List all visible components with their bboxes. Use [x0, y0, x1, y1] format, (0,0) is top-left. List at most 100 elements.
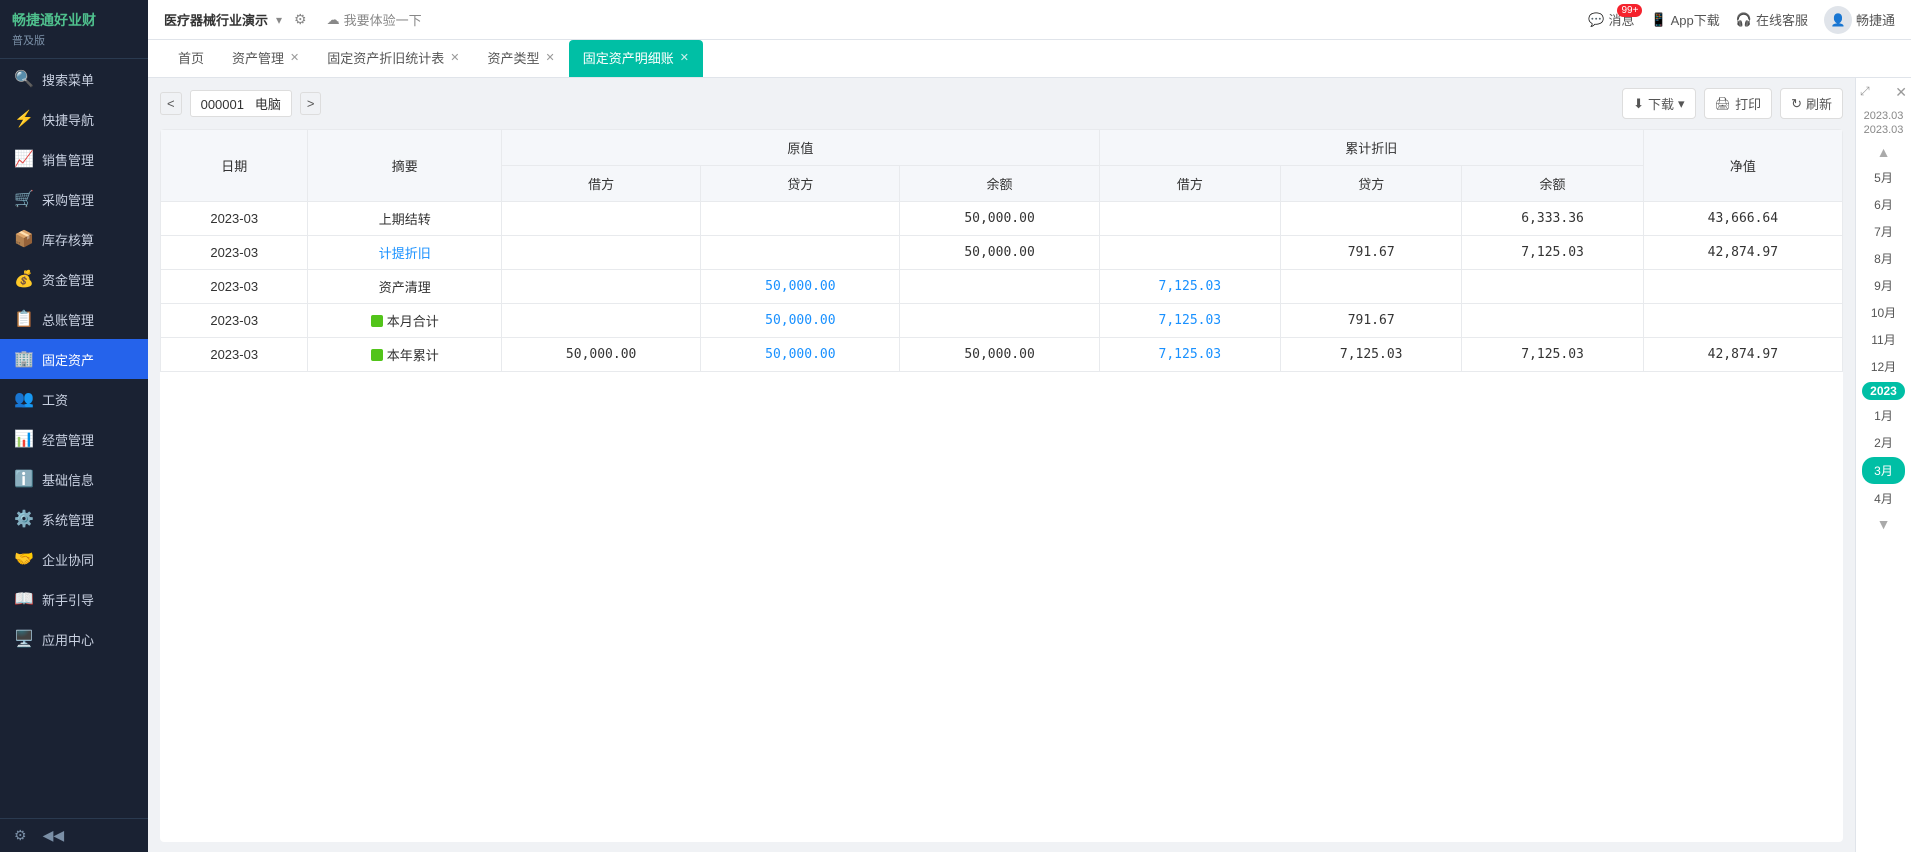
sidebar-item-sysadmin[interactable]: ⚙️ 系统管理 — [0, 499, 148, 539]
flash-icon: ⚡ — [14, 109, 34, 129]
sidebar-item-ledger[interactable]: 📋 总账管理 — [0, 299, 148, 339]
sidebar-item-payroll[interactable]: 👥 工资 — [0, 379, 148, 419]
cell-dep-debit — [1099, 236, 1280, 270]
sidebar-item-appcenter[interactable]: 🖥️ 应用中心 — [0, 619, 148, 659]
sidebar-item-label: 搜索菜单 — [42, 70, 94, 89]
panel-month-11[interactable]: 11月 — [1856, 326, 1911, 353]
avatar: 👤 — [1824, 6, 1852, 34]
asset-prev-button[interactable]: < — [160, 92, 182, 115]
info-icon: ℹ️ — [14, 469, 34, 489]
collab-icon: 🤝 — [14, 549, 34, 569]
panel-month-3-active[interactable]: 3月 — [1862, 457, 1905, 484]
cell-net-value: 42,874.97 — [1643, 338, 1842, 372]
panel-month-1[interactable]: 1月 — [1856, 402, 1911, 429]
sidebar-item-operations[interactable]: 📊 经营管理 — [0, 419, 148, 459]
topbar-right: 💬 消息 99+ 📱 App下载 🎧 在线客服 👤 畅捷通 — [1588, 6, 1895, 34]
cell-summary: 本月合计 — [308, 304, 502, 338]
table-row: 2023-03 本年累计 50,000.00 50,000.00 50,000.… — [161, 338, 1843, 372]
company-dropdown-icon[interactable]: ▾ — [276, 13, 282, 27]
panel-month-5[interactable]: 5月 — [1856, 164, 1911, 191]
th-dep-balance: 余额 — [1462, 166, 1643, 202]
tab-home[interactable]: 首页 — [164, 40, 218, 77]
th-net-value: 净值 — [1643, 130, 1842, 202]
tab-asset-type[interactable]: 资产类型 ✕ — [473, 40, 568, 77]
tab-asset-management[interactable]: 资产管理 ✕ — [218, 40, 313, 77]
footer-collapse-icon[interactable]: ◀◀ — [43, 827, 65, 844]
sidebar-menu: 🔍 搜索菜单 ⚡ 快捷导航 📈 销售管理 🛒 采购管理 📦 库存核算 💰 资金管… — [0, 59, 148, 818]
panel-scroll: 2023.03 2023.03 ▲ 5月 6月 7月 8月 9月 10月 11月… — [1856, 110, 1911, 536]
panel-month-10[interactable]: 10月 — [1856, 299, 1911, 326]
print-button[interactable]: 🖨 打印 — [1704, 88, 1773, 119]
company-name[interactable]: 医疗器械行业演示 — [164, 10, 268, 29]
online-service-button[interactable]: 🎧 在线客服 — [1736, 10, 1808, 29]
sidebar-logo: 畅捷通好业财 普及版 — [0, 0, 148, 59]
panel-prev-button[interactable]: ▲ — [1873, 140, 1895, 164]
tab-asset-type-close[interactable]: ✕ — [546, 51, 555, 64]
experience-button[interactable]: ☁ 我要体验一下 — [327, 10, 422, 29]
th-accumulated-depreciation: 累计折旧 — [1099, 130, 1643, 166]
sales-icon: 📈 — [14, 149, 34, 169]
purchase-icon: 🛒 — [14, 189, 34, 209]
sidebar-item-label: 固定资产 — [42, 350, 94, 369]
sidebar-item-label: 应用中心 — [42, 630, 94, 649]
sidebar-item-collab[interactable]: 🤝 企业协同 — [0, 539, 148, 579]
tab-depreciation-stats-close[interactable]: ✕ — [450, 51, 459, 64]
company-settings-icon[interactable]: ⚙ — [294, 11, 307, 28]
sidebar-item-search[interactable]: 🔍 搜索菜单 — [0, 59, 148, 99]
panel-month-9[interactable]: 9月 — [1856, 272, 1911, 299]
panel-month-7[interactable]: 7月 — [1856, 218, 1911, 245]
tab-depreciation-stats[interactable]: 固定资产折旧统计表 ✕ — [313, 40, 473, 77]
sidebar: 畅捷通好业财 普及版 🔍 搜索菜单 ⚡ 快捷导航 📈 销售管理 🛒 采购管理 📦… — [0, 0, 148, 852]
tab-asset-detail-label: 固定资产明细账 — [583, 48, 674, 67]
panel-month-8[interactable]: 8月 — [1856, 245, 1911, 272]
cell-dep-balance: 7,125.03 — [1462, 236, 1643, 270]
cell-orig-balance: 50,000.00 — [900, 202, 1099, 236]
app-download-button[interactable]: 📱 App下载 — [1650, 10, 1719, 29]
payroll-icon: 👥 — [14, 389, 34, 409]
cell-date: 2023-03 — [161, 304, 308, 338]
cell-orig-credit: 50,000.00 — [701, 304, 900, 338]
panel-next-button[interactable]: ▼ — [1873, 512, 1895, 536]
sidebar-item-basicinfo[interactable]: ℹ️ 基础信息 — [0, 459, 148, 499]
cell-summary: 资产清理 — [308, 270, 502, 304]
sidebar-item-quicknav[interactable]: ⚡ 快捷导航 — [0, 99, 148, 139]
cell-summary: 本年累计 — [308, 338, 502, 372]
sidebar-item-label: 基础信息 — [42, 470, 94, 489]
cell-dep-credit — [1281, 270, 1462, 304]
sidebar-item-purchase[interactable]: 🛒 采购管理 — [0, 179, 148, 219]
tab-home-label: 首页 — [178, 48, 204, 67]
guide-icon: 📖 — [14, 589, 34, 609]
sidebar-item-label: 总账管理 — [42, 310, 94, 329]
sidebar-item-inventory[interactable]: 📦 库存核算 — [0, 219, 148, 259]
th-summary: 摘要 — [308, 130, 502, 202]
panel-close-button[interactable]: ✕ — [1895, 84, 1907, 101]
tab-asset-management-close[interactable]: ✕ — [290, 51, 299, 64]
panel-month-12[interactable]: 12月 — [1856, 353, 1911, 380]
sidebar-item-finance[interactable]: 💰 资金管理 — [0, 259, 148, 299]
panel-year-badge[interactable]: 2023 — [1862, 382, 1905, 400]
operations-icon: 📊 — [14, 429, 34, 449]
cell-orig-debit: 50,000.00 — [502, 338, 701, 372]
tab-asset-detail-close[interactable]: ✕ — [680, 51, 689, 64]
panel-month-6[interactable]: 6月 — [1856, 191, 1911, 218]
sidebar-item-label: 快捷导航 — [42, 110, 94, 129]
sidebar-item-fixed-assets[interactable]: 🏢 固定资产 — [0, 339, 148, 379]
panel-month-2[interactable]: 2月 — [1856, 429, 1911, 456]
cell-orig-credit — [701, 236, 900, 270]
sidebar-item-sales[interactable]: 📈 销售管理 — [0, 139, 148, 179]
sidebar-item-label: 销售管理 — [42, 150, 94, 169]
tab-asset-management-label: 资产管理 — [232, 48, 284, 67]
panel-month-4[interactable]: 4月 — [1856, 485, 1911, 512]
asset-next-button[interactable]: > — [300, 92, 322, 115]
ledger-icon: 📋 — [14, 309, 34, 329]
table-row: 2023-03 资产清理 50,000.00 7,125.03 — [161, 270, 1843, 304]
tab-asset-detail[interactable]: 固定资产明细账 ✕ — [569, 40, 703, 77]
sidebar-item-label: 工资 — [42, 390, 68, 409]
panel-expand-button[interactable]: ⤢ — [1860, 84, 1870, 99]
footer-settings-icon[interactable]: ⚙ — [14, 827, 27, 844]
user-info[interactable]: 👤 畅捷通 — [1824, 6, 1895, 34]
refresh-button[interactable]: ↻ 刷新 — [1780, 88, 1843, 119]
sidebar-item-guide[interactable]: 📖 新手引导 — [0, 579, 148, 619]
messages-button[interactable]: 💬 消息 99+ — [1588, 10, 1634, 29]
download-button[interactable]: ⬇ 下载 ▾ — [1622, 88, 1695, 119]
